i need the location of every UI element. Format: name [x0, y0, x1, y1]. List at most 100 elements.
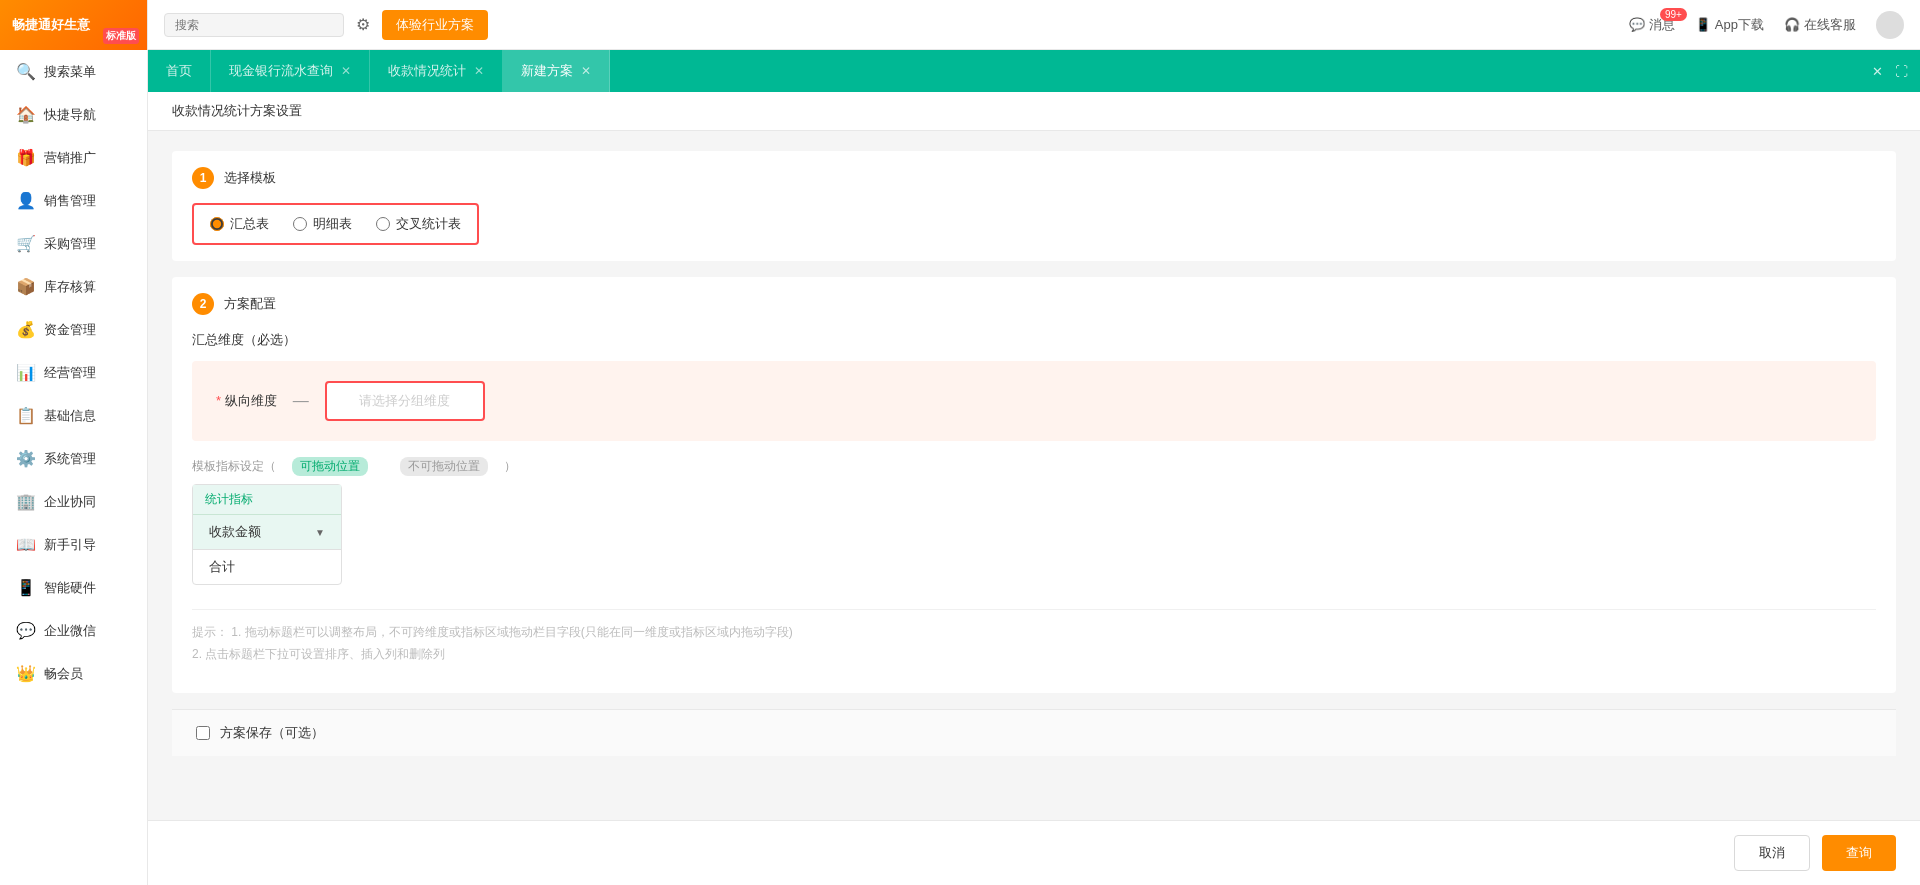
sidebar-item-smart-hw[interactable]: 📱 智能硬件: [0, 566, 147, 609]
chat-icon: 💬: [16, 621, 36, 640]
sidebar-logo: 畅捷通好生意 标准版: [0, 0, 147, 50]
tab-bar-actions: ✕ ⛶: [1860, 50, 1920, 92]
message-action[interactable]: 💬 消息 99+: [1629, 16, 1675, 34]
dropdown-arrow-icon[interactable]: ▼: [315, 527, 325, 538]
dimension-area: * 纵向维度 — 请选择分组维度: [192, 361, 1876, 441]
tab-close-all-icon[interactable]: ✕: [1872, 64, 1883, 79]
sidebar-item-label: 畅会员: [44, 665, 83, 683]
cancel-button[interactable]: 取消: [1734, 835, 1810, 871]
cart-icon: 🛒: [16, 234, 36, 253]
step1-title: 选择模板: [224, 169, 276, 187]
save-section: 方案保存（可选）: [172, 709, 1896, 756]
person-icon: 👤: [16, 191, 36, 210]
template-detail-label: 明细表: [313, 215, 352, 233]
step2-title: 方案配置: [224, 295, 276, 313]
tab-receipt-stat[interactable]: 收款情况统计 ✕: [370, 50, 503, 92]
tab-receipt-stat-label: 收款情况统计: [388, 62, 466, 80]
dimension-selector[interactable]: 请选择分组维度: [325, 381, 485, 421]
sidebar-item-guide[interactable]: 📖 新手引导: [0, 523, 147, 566]
message-badge: 99+: [1660, 8, 1687, 21]
sidebar-item-label: 新手引导: [44, 536, 96, 554]
template-radio-detail[interactable]: [293, 217, 307, 231]
tab-bank-flow-close[interactable]: ✕: [341, 64, 351, 78]
step2-number: 2: [192, 293, 214, 315]
metrics-hint-suffix: ）: [504, 458, 516, 475]
dimension-placeholder: 请选择分组维度: [359, 392, 450, 410]
tab-home[interactable]: 首页: [148, 50, 211, 92]
sidebar-item-label: 系统管理: [44, 450, 96, 468]
sidebar-item-label: 企业微信: [44, 622, 96, 640]
metrics-column-header[interactable]: 收款金额 ▼: [193, 515, 341, 550]
sidebar-item-operations[interactable]: 📊 经营管理: [0, 351, 147, 394]
step1-section: 1 选择模板 汇总表 明细表 交叉统计表: [172, 151, 1896, 261]
sidebar-item-system[interactable]: ⚙️ 系统管理: [0, 437, 147, 480]
search-icon: 🔍: [16, 62, 36, 81]
app-download-action[interactable]: 📱 App下载: [1695, 16, 1764, 34]
vertical-dim-label: * 纵向维度: [216, 392, 277, 410]
logo-badge: 标准版: [103, 28, 139, 44]
sidebar-item-enterprise[interactable]: 🏢 企业协同: [0, 480, 147, 523]
summary-dimension-title: 汇总维度（必选）: [192, 331, 1876, 349]
sidebar-item-label: 资金管理: [44, 321, 96, 339]
message-icon: 💬: [1629, 17, 1645, 32]
draggable-badge: 可拖动位置: [292, 457, 368, 476]
query-button[interactable]: 查询: [1822, 835, 1896, 871]
clipboard-icon: 📋: [16, 406, 36, 425]
search-input[interactable]: [164, 13, 344, 37]
no-drag-badge: 不可拖动位置: [400, 457, 488, 476]
step2-header: 2 方案配置: [192, 293, 1876, 315]
metrics-table: 统计指标 收款金额 ▼ 合计: [192, 484, 342, 585]
tab-home-label: 首页: [166, 62, 192, 80]
online-support-action[interactable]: 🎧 在线客服: [1784, 16, 1856, 34]
metrics-section: 模板指标设定（ 可拖动位置 不可拖动位置 ） 统计指标 收款金额 ▼: [192, 457, 1876, 585]
template-radio-summary[interactable]: [210, 217, 224, 231]
support-icon: 🎧: [1784, 17, 1800, 32]
tab-bank-flow[interactable]: 现金银行流水查询 ✕: [211, 50, 370, 92]
metrics-hint: 模板指标设定（ 可拖动位置 不可拖动位置 ）: [192, 457, 1876, 476]
sidebar-item-marketing[interactable]: 🎁 营销推广: [0, 136, 147, 179]
top-header: ⚙ 体验行业方案 💬 消息 99+ 📱 App下载 🎧 在线客服: [148, 0, 1920, 50]
tab-new-plan-label: 新建方案: [521, 62, 573, 80]
tip-2: 2. 点击标题栏下拉可设置排序、插入列和删除列: [192, 644, 1876, 666]
tab-new-plan[interactable]: 新建方案 ✕: [503, 50, 610, 92]
template-radio-cross[interactable]: [376, 217, 390, 231]
sidebar-item-purchase[interactable]: 🛒 采购管理: [0, 222, 147, 265]
template-options: 汇总表 明细表 交叉统计表: [192, 203, 479, 245]
sidebar-item-label: 智能硬件: [44, 579, 96, 597]
sidebar-item-finance[interactable]: 💰 资金管理: [0, 308, 147, 351]
template-option-summary[interactable]: 汇总表: [210, 215, 269, 233]
tab-new-plan-close[interactable]: ✕: [581, 64, 591, 78]
tab-bank-flow-label: 现金银行流水查询: [229, 62, 333, 80]
settings-icon[interactable]: ⚙: [356, 15, 370, 34]
metrics-column-label: 收款金额: [209, 523, 261, 541]
tab-receipt-stat-close[interactable]: ✕: [474, 64, 484, 78]
sidebar-item-search[interactable]: 🔍 搜索菜单: [0, 50, 147, 93]
tip-label: 提示：: [192, 625, 228, 639]
tab-maximize-icon[interactable]: ⛶: [1895, 64, 1908, 79]
sidebar-item-sales[interactable]: 👤 销售管理: [0, 179, 147, 222]
industry-solution-button[interactable]: 体验行业方案: [382, 10, 488, 40]
template-cross-label: 交叉统计表: [396, 215, 461, 233]
step1-header: 1 选择模板: [192, 167, 1876, 189]
header-right-actions: 💬 消息 99+ 📱 App下载 🎧 在线客服: [1629, 11, 1904, 39]
sidebar-item-quick-nav[interactable]: 🏠 快捷导航: [0, 93, 147, 136]
crown-icon: 👑: [16, 664, 36, 683]
sidebar-item-wechat[interactable]: 💬 企业微信: [0, 609, 147, 652]
tab-bar: 首页 现金银行流水查询 ✕ 收款情况统计 ✕ 新建方案 ✕ ✕ ⛶: [148, 50, 1920, 92]
sidebar-item-inventory[interactable]: 📦 库存核算: [0, 265, 147, 308]
main-area: ⚙ 体验行业方案 💬 消息 99+ 📱 App下载 🎧 在线客服 首页 现金银行…: [148, 0, 1920, 885]
book-icon: 📖: [16, 535, 36, 554]
template-option-detail[interactable]: 明细表: [293, 215, 352, 233]
sidebar-item-basic-info[interactable]: 📋 基础信息: [0, 394, 147, 437]
step1-number: 1: [192, 167, 214, 189]
template-option-cross[interactable]: 交叉统计表: [376, 215, 461, 233]
metrics-hint-prefix: 模板指标设定（: [192, 458, 276, 475]
phone-icon: 📱: [16, 578, 36, 597]
save-checkbox[interactable]: [196, 726, 210, 740]
avatar[interactable]: [1876, 11, 1904, 39]
sidebar-item-member[interactable]: 👑 畅会员: [0, 652, 147, 695]
gift-icon: 🎁: [16, 148, 36, 167]
chart-icon: 📊: [16, 363, 36, 382]
metrics-row-total-label: 合计: [209, 559, 235, 574]
metrics-row-total: 合计: [193, 550, 341, 584]
